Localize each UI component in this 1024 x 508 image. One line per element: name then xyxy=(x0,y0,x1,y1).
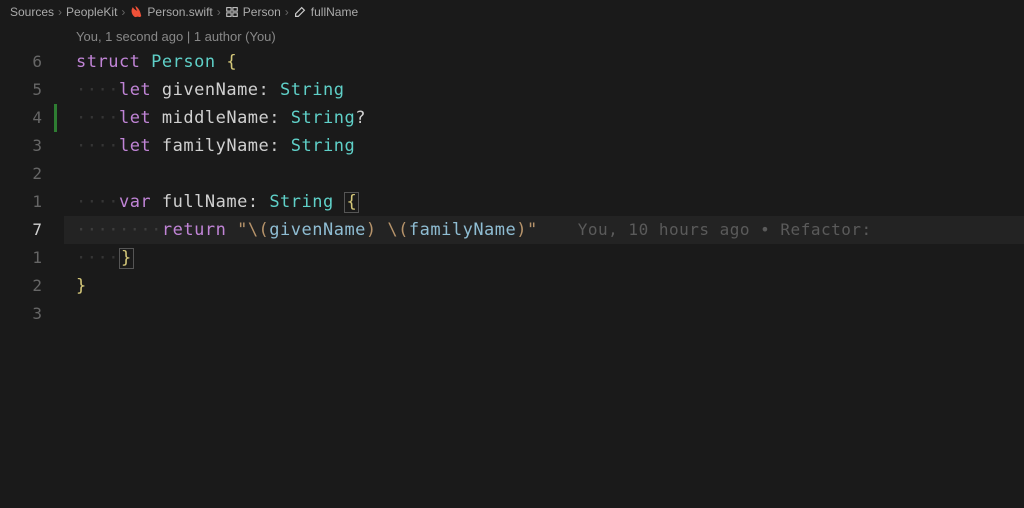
code-line[interactable]: ····let givenName: String xyxy=(64,76,1024,104)
breadcrumb-item[interactable]: Sources xyxy=(10,5,54,19)
code-line[interactable]: ····let middleName: String? xyxy=(64,104,1024,132)
swift-file-icon xyxy=(129,5,143,19)
line-number[interactable]: 1 xyxy=(0,244,48,272)
breadcrumb-item[interactable]: fullName xyxy=(311,5,358,19)
line-number[interactable]: 2 xyxy=(0,160,48,188)
breadcrumb-item[interactable]: PeopleKit xyxy=(66,5,117,19)
line-number[interactable]: 3 xyxy=(0,300,48,328)
chevron-right-icon: › xyxy=(217,5,221,19)
struct-icon xyxy=(225,5,239,19)
chevron-right-icon: › xyxy=(285,5,289,19)
code-line[interactable]: ····var fullName: String { xyxy=(64,188,1024,216)
line-number[interactable]: 4 xyxy=(0,104,48,132)
line-number[interactable]: 6 xyxy=(0,48,48,76)
property-icon xyxy=(293,5,307,19)
chevron-right-icon: › xyxy=(58,5,62,19)
line-number[interactable]: 7 xyxy=(0,216,48,244)
git-blame-annotation[interactable]: You, 10 hours ago • Refactor: xyxy=(578,220,872,239)
line-number[interactable]: 1 xyxy=(0,188,48,216)
line-number[interactable]: 2 xyxy=(0,272,48,300)
breadcrumb-item[interactable]: Person.swift xyxy=(147,5,212,19)
codelens-text: You, 1 second ago | 1 author (You) xyxy=(76,29,276,44)
code-line[interactable] xyxy=(64,160,1024,188)
chevron-right-icon: › xyxy=(121,5,125,19)
breadcrumb[interactable]: Sources › PeopleKit › Person.swift › Per… xyxy=(0,0,1024,24)
editor-area[interactable]: 6 5 4 3 2 1 7 1 2 3 struct Person { ····… xyxy=(0,48,1024,328)
code-line[interactable] xyxy=(64,300,1024,328)
code-line[interactable]: ········return "\(givenName) \(familyNam… xyxy=(64,216,1024,244)
git-codelens[interactable]: You, 1 second ago | 1 author (You) xyxy=(0,24,1024,48)
brace-match-icon: { xyxy=(344,192,359,213)
line-number[interactable]: 5 xyxy=(0,76,48,104)
code-content[interactable]: struct Person { ····let givenName: Strin… xyxy=(64,48,1024,328)
line-gutter[interactable]: 6 5 4 3 2 1 7 1 2 3 xyxy=(0,48,48,328)
line-number[interactable]: 3 xyxy=(0,132,48,160)
git-modified-indicator[interactable] xyxy=(54,104,57,132)
code-line[interactable]: struct Person { xyxy=(64,48,1024,76)
code-line[interactable]: ····let familyName: String xyxy=(64,132,1024,160)
breadcrumb-item[interactable]: Person xyxy=(243,5,281,19)
code-line[interactable]: ····} xyxy=(64,244,1024,272)
code-line[interactable]: } xyxy=(64,272,1024,300)
brace-match-icon: } xyxy=(119,248,134,269)
